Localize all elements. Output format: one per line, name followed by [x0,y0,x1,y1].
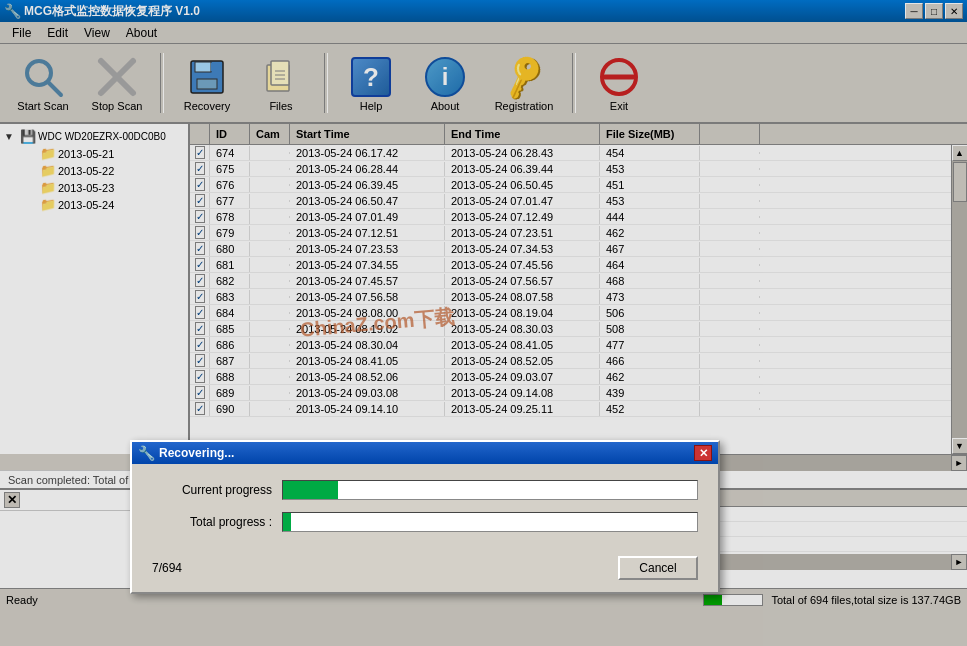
current-progress-label: Current progress [152,483,282,497]
recovering-dialog: 🔧 Recovering... ✕ Current progress Total… [130,440,720,594]
modal-title-bar: 🔧 Recovering... ✕ [132,442,718,464]
modal-close-button[interactable]: ✕ [694,445,712,461]
app-window: 🔧 MCG格式监控数据恢复程序 V1.0 ─ □ ✕ File Edit Vie… [0,0,967,646]
current-progress-fill [283,481,338,499]
modal-footer: 7/694 Cancel [132,556,718,592]
modal-overlay: 🔧 Recovering... ✕ Current progress Total… [0,0,967,646]
total-progress-fill [283,513,291,531]
current-progress-container [282,480,698,500]
modal-body: Current progress Total progress : [132,464,718,556]
total-progress-row: Total progress : [152,512,698,532]
modal-icon: 🔧 [138,445,155,461]
modal-title: Recovering... [159,446,694,460]
total-progress-label: Total progress : [152,515,282,529]
modal-counter: 7/694 [152,561,182,575]
current-progress-row: Current progress [152,480,698,500]
total-progress-container [282,512,698,532]
modal-cancel-button[interactable]: Cancel [618,556,698,580]
